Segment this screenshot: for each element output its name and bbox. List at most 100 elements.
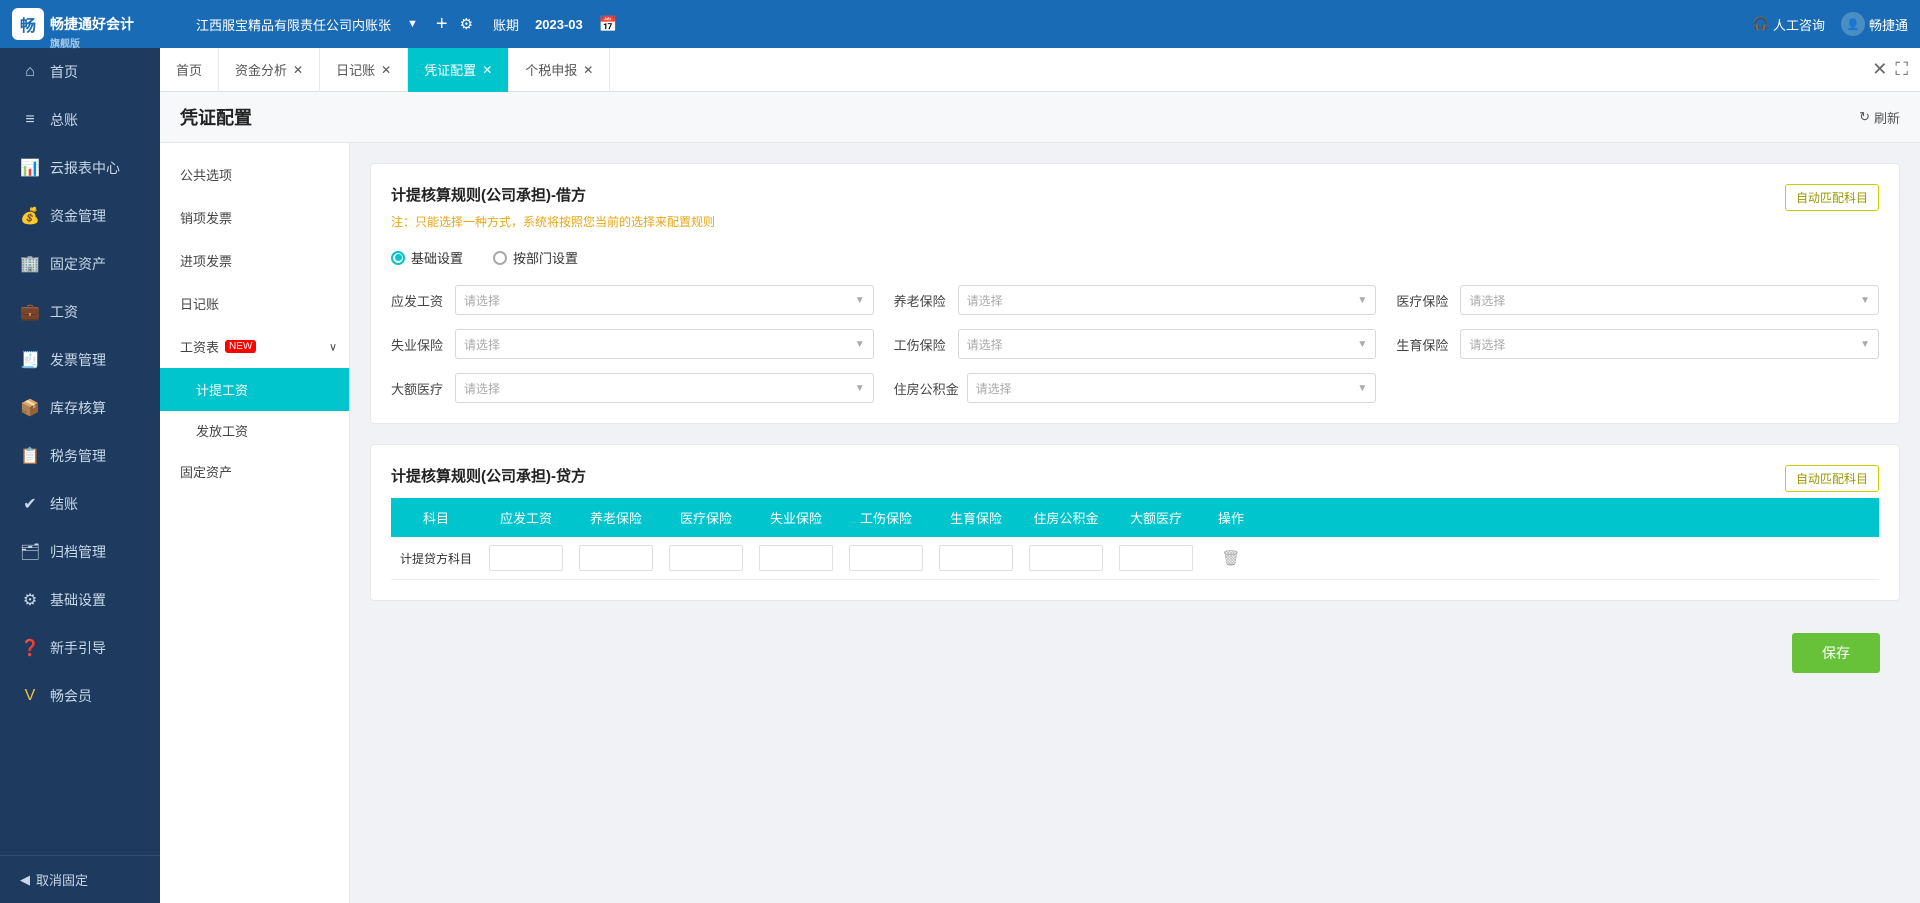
select-big-medical-arrow: ▼ <box>855 383 865 394</box>
tab-journal-close[interactable]: ✕ <box>381 63 391 77</box>
app-name: 畅捷通好会计 <box>50 14 134 34</box>
sidebar-item-invoice[interactable]: 🧾 发票管理 <box>0 336 160 384</box>
select-big-medical[interactable]: 请选择 ▼ <box>455 373 874 403</box>
tab-voucher-close[interactable]: ✕ <box>482 63 492 77</box>
field-unemployment: 失业保险 请选择 ▼ <box>391 329 874 359</box>
user-button[interactable]: 👤 畅捷通 <box>1841 12 1908 36</box>
nav-public[interactable]: 公共选项 <box>160 153 349 196</box>
calendar-icon[interactable]: 📅 <box>599 15 618 33</box>
save-button[interactable]: 保存 <box>1792 633 1880 673</box>
input-medical[interactable] <box>669 545 743 571</box>
sidebar-item-home[interactable]: ⌂ 首页 <box>0 48 160 96</box>
col-header-big-medical: 大额医疗 <box>1111 498 1201 537</box>
credit-auto-match-button[interactable]: 自动匹配科目 <box>1785 465 1879 492</box>
select-work-injury[interactable]: 请选择 ▼ <box>958 329 1377 359</box>
sidebar-label-member: 畅会员 <box>50 686 92 706</box>
nav-sales[interactable]: 销项发票 <box>160 196 349 239</box>
nav-fixed-assets[interactable]: 固定资产 <box>160 450 349 493</box>
label-medical: 医疗保险 <box>1396 291 1452 310</box>
refresh-label: 刷新 <box>1874 108 1900 127</box>
sidebar-item-tax[interactable]: 📋 税务管理 <box>0 432 160 480</box>
cancel-fixed-button[interactable]: ◀ 取消固定 <box>0 855 160 903</box>
input-pension[interactable] <box>579 545 653 571</box>
tab-journal[interactable]: 日记账 ✕ <box>320 48 408 92</box>
refresh-button[interactable]: ↻ 刷新 <box>1859 108 1900 127</box>
col-header-subject: 科目 <box>391 498 481 537</box>
settings-icon[interactable]: ⚙ <box>460 15 473 33</box>
tab-home[interactable]: 首页 <box>160 48 219 92</box>
user-name: 畅捷通 <box>1869 15 1908 34</box>
company-dropdown-icon[interactable]: ▼ <box>407 18 418 30</box>
fixed-icon: 🏢 <box>20 254 40 274</box>
sidebar-item-settings[interactable]: ⚙ 基础设置 <box>0 576 160 624</box>
delete-row-icon[interactable]: 🗑 <box>1221 549 1240 567</box>
nav-salary-pay[interactable]: 发放工资 <box>160 411 349 450</box>
select-maternity-placeholder: 请选择 <box>1469 336 1505 353</box>
add-company-btn[interactable]: + <box>436 13 448 36</box>
debit-auto-match-button[interactable]: 自动匹配科目 <box>1785 184 1879 211</box>
sidebar-item-archive[interactable]: 🗂 归档管理 <box>0 528 160 576</box>
input-unemployment[interactable] <box>759 545 833 571</box>
nav-journal[interactable]: 日记账 <box>160 282 349 325</box>
tabbar-actions: ✕ ⛶ <box>1860 59 1920 80</box>
input-work-injury[interactable] <box>849 545 923 571</box>
page-header: 凭证配置 ↻ 刷新 <box>160 92 1920 143</box>
select-work-injury-placeholder: 请选择 <box>967 336 1003 353</box>
inventory-icon: 📦 <box>20 398 40 418</box>
nav-purchase[interactable]: 进项发票 <box>160 239 349 282</box>
field-work-injury: 工伤保险 请选择 ▼ <box>894 329 1377 359</box>
col-header-pension: 养老保险 <box>571 498 661 537</box>
debit-section-title-area: 计提核算规则(公司承担)-借方 注：只能选择一种方式，系统将按照您当前的选择来配… <box>391 184 715 244</box>
input-housing[interactable] <box>1029 545 1103 571</box>
select-wage[interactable]: 请选择 ▼ <box>455 285 874 315</box>
tab-capital-close[interactable]: ✕ <box>293 63 303 77</box>
maximize-window-btn[interactable]: ⛶ <box>1895 59 1908 80</box>
tab-tax-close[interactable]: ✕ <box>583 63 593 77</box>
sidebar-item-inventory[interactable]: 📦 库存核算 <box>0 384 160 432</box>
select-maternity[interactable]: 请选择 ▼ <box>1460 329 1879 359</box>
tab-tax[interactable]: 个税申报 ✕ <box>509 48 610 92</box>
home-icon: ⌂ <box>20 63 40 81</box>
sidebar-label-reports: 云报表中心 <box>50 158 120 178</box>
sidebar-item-capital[interactable]: 💰 资金管理 <box>0 192 160 240</box>
col-header-medical: 医疗保险 <box>661 498 751 537</box>
radio-dept[interactable]: 按部门设置 <box>493 248 578 267</box>
credit-section-title: 计提核算规则(公司承担)-贷方 <box>391 465 586 486</box>
tab-voucher[interactable]: 凭证配置 ✕ <box>408 48 509 92</box>
radio-basic[interactable]: 基础设置 <box>391 248 463 267</box>
sidebar-item-reports[interactable]: 📊 云报表中心 <box>0 144 160 192</box>
sidebar-item-fixed[interactable]: 🏢 固定资产 <box>0 240 160 288</box>
select-housing[interactable]: 请选择 ▼ <box>967 373 1377 403</box>
sidebar-label-ledger: 总账 <box>50 110 78 130</box>
select-work-injury-arrow: ▼ <box>1357 339 1367 350</box>
select-unemployment[interactable]: 请选择 ▼ <box>455 329 874 359</box>
sidebar-item-guide[interactable]: ❓ 新手引导 <box>0 624 160 672</box>
nav-salary-table[interactable]: 工资表 NEW ∨ <box>160 325 349 368</box>
cell-pension-input <box>571 537 661 579</box>
new-badge: NEW <box>225 340 256 353</box>
select-pension[interactable]: 请选择 ▼ <box>958 285 1377 315</box>
sidebar-item-ledger[interactable]: ≡ 总账 <box>0 96 160 144</box>
sidebar-item-salary[interactable]: 💼 工资 <box>0 288 160 336</box>
archive-icon: 🗂 <box>20 542 40 562</box>
ledger-icon: ≡ <box>20 111 40 129</box>
close-window-btn[interactable]: ✕ <box>1872 59 1887 80</box>
select-pension-placeholder: 请选择 <box>967 292 1003 309</box>
label-big-medical: 大额医疗 <box>391 379 447 398</box>
tab-capital[interactable]: 资金分析 ✕ <box>219 48 320 92</box>
closing-icon: ✔ <box>20 494 40 514</box>
input-wage[interactable] <box>489 545 563 571</box>
nav-salary-calc[interactable]: 计提工资 <box>160 368 349 411</box>
sidebar-label-home: 首页 <box>50 62 78 82</box>
select-medical[interactable]: 请选择 ▼ <box>1460 285 1879 315</box>
cell-medical-input <box>661 537 751 579</box>
service-button[interactable]: 🎧 人工咨询 <box>1753 15 1825 34</box>
tabbar: 首页 资金分析 ✕ 日记账 ✕ 凭证配置 ✕ 个税申报 ✕ ✕ ⛶ <box>160 48 1920 92</box>
sidebar-item-closing[interactable]: ✔ 结账 <box>0 480 160 528</box>
input-big-medical[interactable] <box>1119 545 1193 571</box>
cell-unemployment-input <box>751 537 841 579</box>
field-big-medical: 大额医疗 请选择 ▼ <box>391 373 874 403</box>
input-maternity[interactable] <box>939 545 1013 571</box>
app-edition: 旗舰版 <box>50 35 80 50</box>
sidebar-item-member[interactable]: V 畅会员 <box>0 672 160 720</box>
